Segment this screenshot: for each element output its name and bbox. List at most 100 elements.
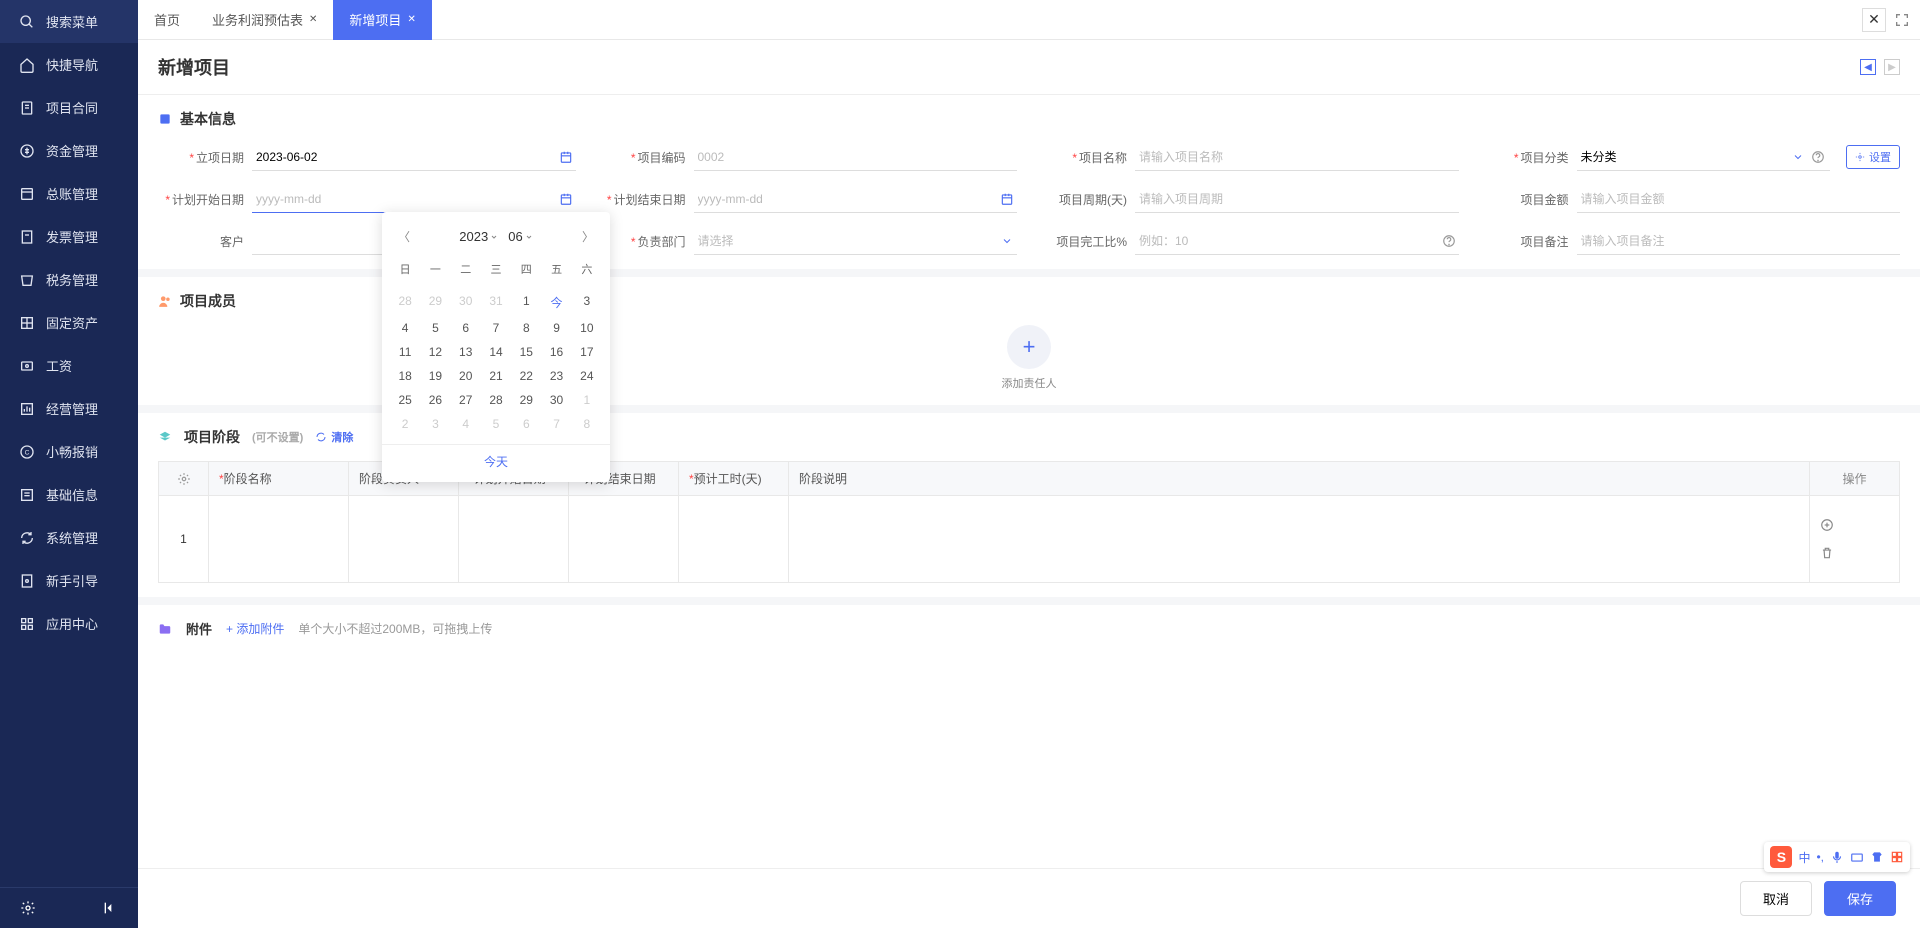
- cancel-button[interactable]: 取消: [1740, 881, 1812, 916]
- tabs-close-button[interactable]: ✕: [1862, 8, 1886, 32]
- progress-input[interactable]: [1135, 227, 1459, 255]
- today-button[interactable]: 今天: [484, 455, 508, 469]
- add-attachment-button[interactable]: + 添加附件: [226, 620, 284, 637]
- close-icon[interactable]: ✕: [309, 14, 317, 25]
- next-icon[interactable]: ▶: [1884, 59, 1900, 75]
- day-cell[interactable]: 2: [390, 412, 420, 436]
- day-cell[interactable]: 6: [451, 316, 481, 340]
- sidebar-item-ledger[interactable]: 总账管理: [0, 172, 138, 215]
- day-cell[interactable]: 23: [541, 364, 571, 388]
- day-cell[interactable]: 29: [420, 289, 450, 316]
- gear-icon[interactable]: [20, 900, 36, 916]
- day-cell[interactable]: 今: [541, 289, 571, 316]
- clear-button[interactable]: 清除: [315, 429, 353, 445]
- day-cell[interactable]: 27: [451, 388, 481, 412]
- calendar-icon[interactable]: [558, 149, 574, 165]
- sidebar-item-baseinfo[interactable]: 基础信息: [0, 473, 138, 516]
- name-input[interactable]: [1135, 143, 1459, 171]
- plan-end-input[interactable]: [694, 185, 1018, 213]
- sidebar-item-funds[interactable]: 资金管理: [0, 129, 138, 172]
- remark-input[interactable]: [1577, 227, 1901, 255]
- help-icon[interactable]: [1441, 233, 1457, 249]
- day-cell[interactable]: 19: [420, 364, 450, 388]
- day-cell[interactable]: 28: [390, 289, 420, 316]
- day-cell[interactable]: 3: [420, 412, 450, 436]
- day-cell[interactable]: 4: [451, 412, 481, 436]
- day-cell[interactable]: 7: [541, 412, 571, 436]
- day-cell[interactable]: 9: [541, 316, 571, 340]
- table-row[interactable]: 1: [159, 496, 1900, 583]
- sidebar-item-invoice[interactable]: 发票管理: [0, 215, 138, 258]
- sidebar-item-tax[interactable]: 税务管理: [0, 258, 138, 301]
- day-cell[interactable]: 5: [420, 316, 450, 340]
- day-cell[interactable]: 30: [451, 289, 481, 316]
- cycle-input[interactable]: [1135, 185, 1459, 213]
- collapse-icon[interactable]: [102, 900, 118, 916]
- day-cell[interactable]: 7: [481, 316, 511, 340]
- day-cell[interactable]: 6: [511, 412, 541, 436]
- ime-punct-icon[interactable]: •,: [1816, 850, 1824, 864]
- day-cell[interactable]: 25: [390, 388, 420, 412]
- day-cell[interactable]: 22: [511, 364, 541, 388]
- prev-icon[interactable]: ◀: [1860, 59, 1876, 75]
- day-cell[interactable]: 8: [572, 412, 602, 436]
- setting-button[interactable]: 设置: [1846, 145, 1900, 169]
- sidebar-item-guide[interactable]: 新手引导: [0, 559, 138, 602]
- ime-tool-icon[interactable]: [1890, 850, 1904, 864]
- ime-keyboard-icon[interactable]: [1850, 850, 1864, 864]
- day-cell[interactable]: 4: [390, 316, 420, 340]
- sidebar-item-search[interactable]: 搜索菜单: [0, 0, 138, 43]
- day-cell[interactable]: 29: [511, 388, 541, 412]
- prev-month-icon[interactable]: 〈: [394, 224, 414, 249]
- chevron-down-icon[interactable]: [999, 233, 1015, 249]
- chevron-down-icon[interactable]: [1790, 149, 1806, 165]
- day-cell[interactable]: 13: [451, 340, 481, 364]
- amount-input[interactable]: [1577, 185, 1901, 213]
- day-cell[interactable]: 8: [511, 316, 541, 340]
- day-cell[interactable]: 12: [420, 340, 450, 364]
- year-select[interactable]: 2023: [459, 229, 498, 244]
- plan-start-input[interactable]: [252, 185, 576, 213]
- add-member-button[interactable]: +: [1007, 325, 1051, 369]
- fullscreen-icon[interactable]: [1894, 12, 1910, 28]
- col-config[interactable]: [159, 462, 209, 496]
- ime-mic-icon[interactable]: [1830, 850, 1844, 864]
- day-cell[interactable]: 14: [481, 340, 511, 364]
- sidebar-item-salary[interactable]: 工资: [0, 344, 138, 387]
- sidebar-item-quicknav[interactable]: 快捷导航: [0, 43, 138, 86]
- day-cell[interactable]: 11: [390, 340, 420, 364]
- day-cell[interactable]: 17: [572, 340, 602, 364]
- code-input[interactable]: [694, 143, 1018, 171]
- save-button[interactable]: 保存: [1824, 881, 1896, 916]
- sidebar-item-apps[interactable]: 应用中心: [0, 602, 138, 645]
- sidebar-item-system[interactable]: 系统管理: [0, 516, 138, 559]
- dept-select[interactable]: [694, 227, 1018, 255]
- day-cell[interactable]: 28: [481, 388, 511, 412]
- tab-newproject[interactable]: 新增项目✕: [333, 0, 431, 40]
- ime-toolbar[interactable]: S 中 •,: [1764, 842, 1910, 872]
- day-cell[interactable]: 1: [572, 388, 602, 412]
- close-icon[interactable]: ✕: [407, 14, 415, 25]
- sidebar-item-expense[interactable]: C 小畅报销: [0, 430, 138, 473]
- help-icon[interactable]: [1810, 149, 1826, 165]
- sidebar-item-assets[interactable]: 固定资产: [0, 301, 138, 344]
- day-cell[interactable]: 18: [390, 364, 420, 388]
- day-cell[interactable]: 20: [451, 364, 481, 388]
- calendar-icon[interactable]: [558, 191, 574, 207]
- day-cell[interactable]: 31: [481, 289, 511, 316]
- day-cell[interactable]: 26: [420, 388, 450, 412]
- month-select[interactable]: 06: [508, 229, 532, 244]
- day-cell[interactable]: 10: [572, 316, 602, 340]
- day-cell[interactable]: 30: [541, 388, 571, 412]
- day-cell[interactable]: 21: [481, 364, 511, 388]
- est-date-input[interactable]: [252, 143, 576, 171]
- calendar-icon[interactable]: [999, 191, 1015, 207]
- add-row-icon[interactable]: [1820, 518, 1889, 532]
- day-cell[interactable]: 1: [511, 289, 541, 316]
- delete-row-icon[interactable]: [1820, 546, 1889, 560]
- day-cell[interactable]: 3: [572, 289, 602, 316]
- day-cell[interactable]: 16: [541, 340, 571, 364]
- day-cell[interactable]: 5: [481, 412, 511, 436]
- day-cell[interactable]: 15: [511, 340, 541, 364]
- tab-home[interactable]: 首页: [138, 0, 196, 40]
